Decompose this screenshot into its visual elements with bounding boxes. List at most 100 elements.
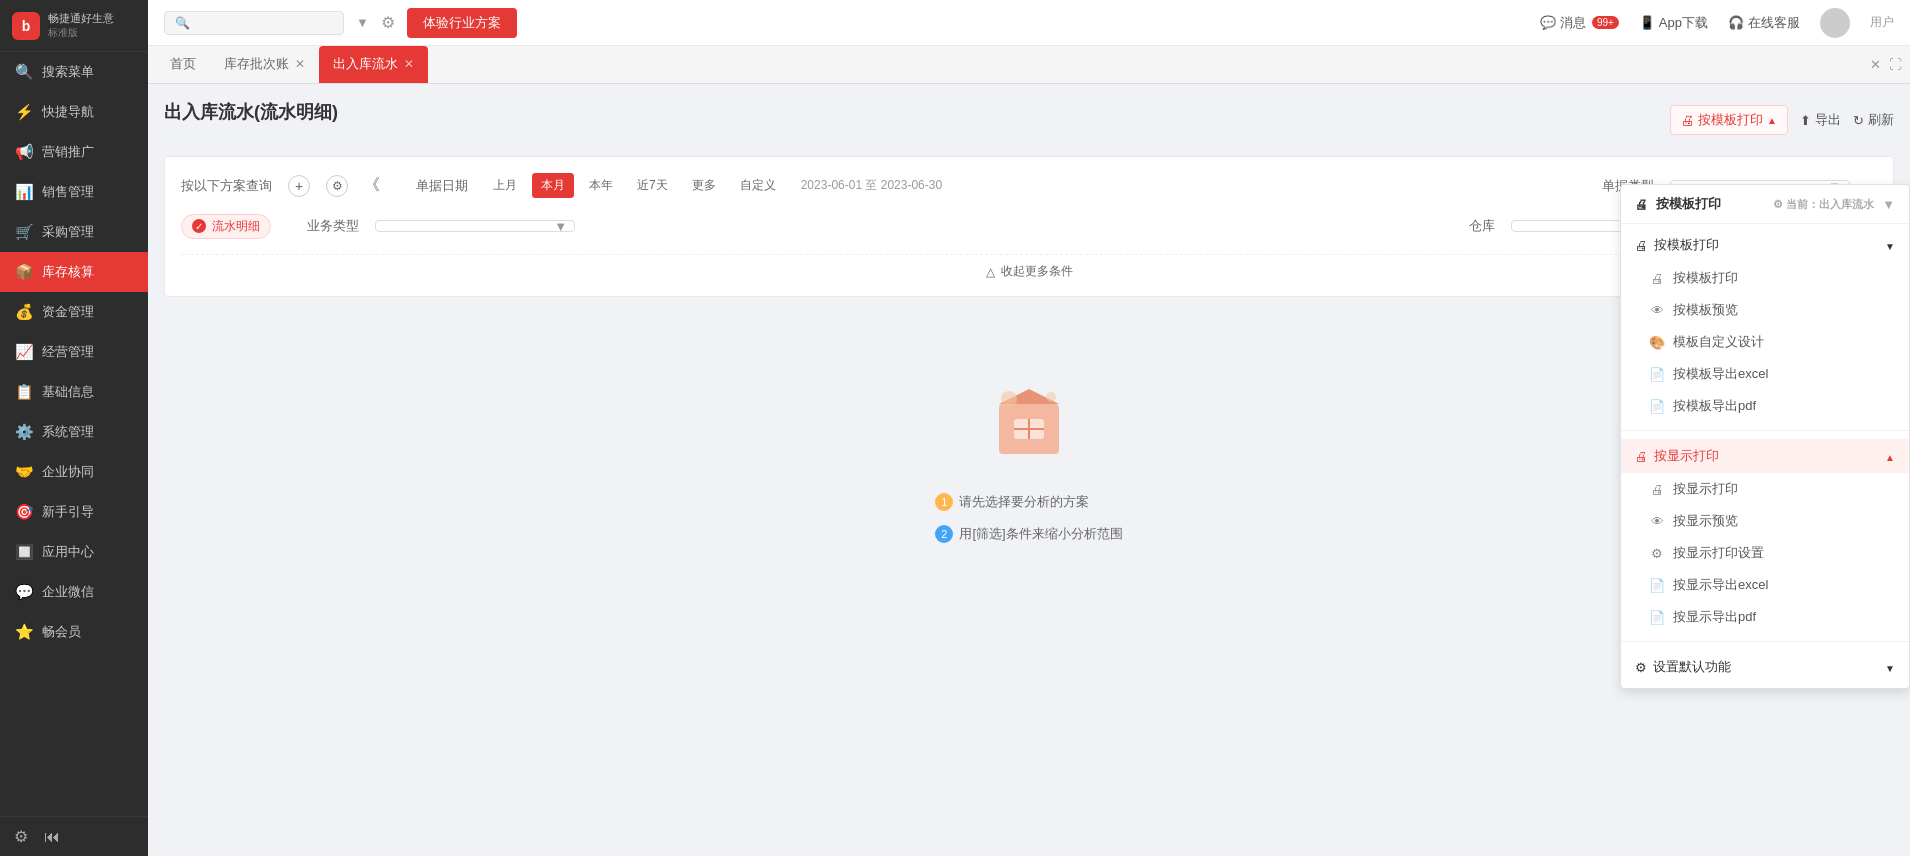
printer-icon: 🖨 xyxy=(1681,113,1694,128)
filter-label: 按以下方案查询 xyxy=(181,177,272,195)
set-default-icon: ⚙ xyxy=(1635,660,1647,675)
filter-settings-button[interactable]: ⚙ xyxy=(326,175,348,197)
sidebar-item-app-center[interactable]: 🔲 应用中心 xyxy=(0,532,148,572)
tab-batch-close[interactable]: ✕ xyxy=(295,57,305,71)
filter-add-button[interactable]: + xyxy=(288,175,310,197)
template-excel-icon: 📄 xyxy=(1649,366,1665,382)
template-preview-item[interactable]: 👁 按模板预览 xyxy=(1621,294,1909,326)
page-content: 出入库流水(流水明细) 🖨 按模板打印 ▲ ⬆ 导出 ↻ 刷新 xyxy=(148,84,1910,856)
industry-solution-button[interactable]: 体验行业方案 xyxy=(407,8,517,38)
tab-close-all-icon[interactable]: ✕ xyxy=(1870,57,1881,72)
tab-batch[interactable]: 库存批次账 ✕ xyxy=(210,46,319,83)
dropdown-chevron-down[interactable]: ▼ xyxy=(1882,197,1895,212)
display-print-item-icon: 🖨 xyxy=(1649,481,1665,497)
message-section[interactable]: 💬 消息 99+ xyxy=(1540,14,1619,32)
tab-home[interactable]: 首页 xyxy=(156,46,210,83)
current-label: ⚙ 当前：出入库流水 xyxy=(1773,197,1874,212)
tab-maximize-icon[interactable]: ⛶ xyxy=(1889,57,1902,72)
search-topbar-icon: 🔍 xyxy=(175,16,190,30)
refresh-button[interactable]: ↻ 刷新 xyxy=(1853,111,1894,129)
inventory-icon: 📦 xyxy=(14,262,34,282)
online-service-section[interactable]: 🎧 在线客服 xyxy=(1728,14,1800,32)
tabbar: 首页 库存批次账 ✕ 出入库流水 ✕ ✕ ⛶ xyxy=(148,46,1910,84)
set-default-chevron xyxy=(1885,660,1895,675)
message-badge: 99+ xyxy=(1592,16,1619,29)
template-section-chevron xyxy=(1885,238,1895,253)
display-export-excel-item[interactable]: 📄 按显示导出excel xyxy=(1621,569,1909,601)
sidebar: b 畅捷通好生意 标准版 🔍 搜索菜单 ⚡ 快捷导航 📢 营销推广 📊 销售管理… xyxy=(0,0,148,856)
dropdown-arrow-icon[interactable]: ▼ xyxy=(356,15,369,30)
marketing-icon: 📢 xyxy=(14,142,34,162)
settings-icon[interactable]: ⚙ xyxy=(14,827,28,846)
sidebar-item-guide[interactable]: 🎯 新手引导 xyxy=(0,492,148,532)
template-print-item[interactable]: 🖨 按模板打印 xyxy=(1621,262,1909,294)
date-btn-more[interactable]: 更多 xyxy=(683,173,725,198)
template-export-excel-item[interactable]: 📄 按模板导出excel xyxy=(1621,358,1909,390)
page-title: 出入库流水(流水明细) xyxy=(164,100,338,124)
display-preview-icon: 👁 xyxy=(1649,513,1665,529)
export-button[interactable]: ⬆ 导出 xyxy=(1800,111,1841,129)
app-logo: b 畅捷通好生意 标准版 xyxy=(0,0,148,52)
date-btn-7days[interactable]: 近7天 xyxy=(628,173,677,198)
display-section-chevron xyxy=(1885,449,1895,464)
display-preview-item[interactable]: 👁 按显示预览 xyxy=(1621,505,1909,537)
tab-flow-close[interactable]: ✕ xyxy=(404,57,414,71)
display-print-settings-item[interactable]: ⚙ 按显示打印设置 xyxy=(1621,537,1909,569)
collapse-icon[interactable]: ⏮ xyxy=(44,828,60,846)
empty-tips: 1 请先选择要分析的方案 2 用[筛选]条件来缩小分析范围 xyxy=(935,489,1122,547)
sidebar-item-enterprise[interactable]: 🤝 企业协同 xyxy=(0,452,148,492)
template-print-header[interactable]: 🖨 按模板打印 xyxy=(1621,228,1909,262)
template-print-section: 🖨 按模板打印 🖨 按模板打印 👁 按模板预览 🎨 模板自定义设计 xyxy=(1621,224,1909,426)
date-filter: 上月 本月 本年 近7天 更多 自定义 xyxy=(484,173,785,198)
display-print-item[interactable]: 🖨 按显示打印 xyxy=(1621,473,1909,505)
guide-icon: 🎯 xyxy=(14,502,34,522)
date-btn-custom[interactable]: 自定义 xyxy=(731,173,785,198)
display-export-pdf-item[interactable]: 📄 按显示导出pdf xyxy=(1621,601,1909,633)
date-btn-prev-month[interactable]: 上月 xyxy=(484,173,526,198)
business-type-chevron: ▼ xyxy=(554,219,567,234)
gear-icon[interactable]: ⚙ xyxy=(381,13,395,32)
sales-icon: 📊 xyxy=(14,182,34,202)
refresh-icon: ↻ xyxy=(1853,113,1864,128)
filter-tag[interactable]: ✓ 流水明细 xyxy=(181,214,271,239)
date-btn-this-year[interactable]: 本年 xyxy=(580,173,622,198)
sidebar-item-operation[interactable]: 📈 经营管理 xyxy=(0,332,148,372)
sidebar-item-marketing[interactable]: 📢 营销推广 xyxy=(0,132,148,172)
finance-icon: 💰 xyxy=(14,302,34,322)
display-excel-icon: 📄 xyxy=(1649,577,1665,593)
svg-point-6 xyxy=(1046,392,1056,402)
sidebar-item-sales[interactable]: 📊 销售管理 xyxy=(0,172,148,212)
display-settings-icon: ⚙ xyxy=(1649,545,1665,561)
tag-icon: ✓ xyxy=(192,219,206,233)
search-input[interactable]: 🔍 xyxy=(164,11,344,35)
date-range-text: 2023-06-01 至 2023-06-30 xyxy=(801,177,942,194)
business-type-select[interactable] xyxy=(375,220,575,232)
svg-point-5 xyxy=(1001,391,1017,407)
print-template-button[interactable]: 🖨 按模板打印 ▲ xyxy=(1670,105,1788,135)
sidebar-bottom: ⚙ ⏮ xyxy=(0,816,148,856)
template-export-pdf-item[interactable]: 📄 按模板导出pdf xyxy=(1621,390,1909,422)
sidebar-item-system[interactable]: ⚙️ 系统管理 xyxy=(0,412,148,452)
template-custom-item[interactable]: 🎨 模板自定义设计 xyxy=(1621,326,1909,358)
app-download-section[interactable]: 📱 App下载 xyxy=(1639,14,1708,32)
dropdown-header: 🖨 按模板打印 ⚙ 当前：出入库流水 ▼ xyxy=(1621,185,1909,224)
display-print-header[interactable]: 🖨 按显示打印 xyxy=(1621,439,1909,473)
sidebar-item-quick-nav[interactable]: ⚡ 快捷导航 xyxy=(0,92,148,132)
user-name: 用户 xyxy=(1870,14,1894,31)
sidebar-item-member[interactable]: ⭐ 畅会员 xyxy=(0,612,148,652)
filter-collapse-button[interactable]: 《 xyxy=(364,175,380,196)
right-actions: 🖨 按模板打印 ▲ ⬆ 导出 ↻ 刷新 xyxy=(1670,105,1894,135)
sidebar-item-basic[interactable]: 📋 基础信息 xyxy=(0,372,148,412)
date-btn-this-month[interactable]: 本月 xyxy=(532,173,574,198)
sidebar-item-purchase[interactable]: 🛒 采购管理 xyxy=(0,212,148,252)
sidebar-item-inventory[interactable]: 📦 库存核算 xyxy=(0,252,148,292)
display-print-section: 🖨 按显示打印 🖨 按显示打印 👁 按显示预览 ⚙ 按显示打印设置 xyxy=(1621,435,1909,637)
user-avatar[interactable] xyxy=(1820,8,1850,38)
quick-nav-icon: ⚡ xyxy=(14,102,34,122)
set-default-header[interactable]: ⚙ 设置默认功能 xyxy=(1621,650,1909,684)
sidebar-item-finance[interactable]: 💰 资金管理 xyxy=(0,292,148,332)
tab-flow[interactable]: 出入库流水 ✕ xyxy=(319,46,428,83)
topbar: 🔍 ▼ ⚙ 体验行业方案 💬 消息 99+ 📱 App下载 🎧 在线客服 用户 xyxy=(148,0,1910,46)
sidebar-item-wechat[interactable]: 💬 企业微信 xyxy=(0,572,148,612)
sidebar-item-search[interactable]: 🔍 搜索菜单 xyxy=(0,52,148,92)
